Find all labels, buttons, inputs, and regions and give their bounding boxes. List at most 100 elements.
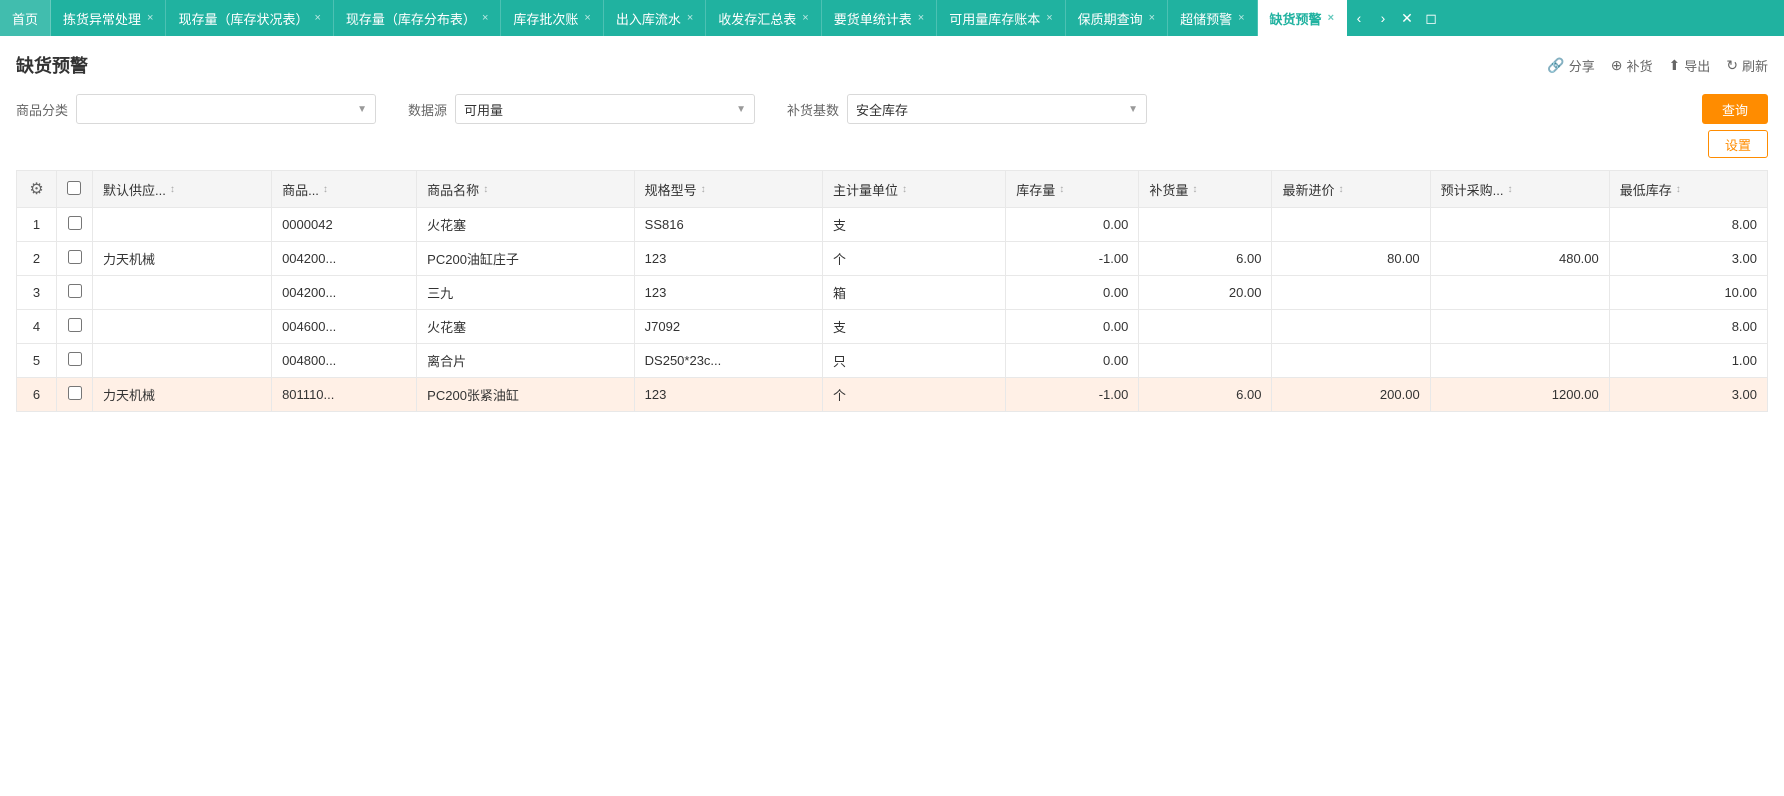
replenish-button[interactable]: ⊕ 补货 — [1611, 56, 1653, 75]
row-spec-6: 123 — [634, 378, 822, 412]
row-supplier-3 — [93, 276, 272, 310]
row-supplier-4 — [93, 310, 272, 344]
col-supplier: 默认供应... ↕ — [93, 171, 272, 208]
tab-overstock-warning[interactable]: 超储预警 × — [1168, 0, 1257, 36]
row-unit-6: 个 — [822, 378, 1005, 412]
col-est-purchase: 预计采购... ↕ — [1430, 171, 1609, 208]
tab-picking-exception[interactable]: 拣货异常处理 × — [51, 0, 166, 36]
tab-close-3[interactable]: × — [482, 12, 488, 24]
row-spec-2: 123 — [634, 242, 822, 276]
row-supplier-1 — [93, 208, 272, 242]
unit-sort-icon[interactable]: ↕ — [902, 184, 907, 195]
tab-nav-close[interactable]: ✕ — [1395, 0, 1419, 36]
row-min-stock-1: 8.00 — [1609, 208, 1767, 242]
tab-current-stock-dist[interactable]: 现存量（库存分布表） × — [334, 0, 501, 36]
replenish-base-dropdown-icon: ▼ — [1128, 104, 1138, 115]
tab-close-1[interactable]: × — [147, 12, 153, 24]
row-select-3[interactable] — [68, 284, 82, 298]
row-goods-code-5: 004800... — [272, 344, 417, 378]
category-filter-group: 商品分类 ▼ — [16, 94, 376, 124]
col-latest-price: 最新进价 ↕ — [1272, 171, 1430, 208]
row-select-6[interactable] — [68, 386, 82, 400]
settings-button[interactable]: 设置 — [1708, 130, 1768, 158]
query-button[interactable]: 查询 — [1702, 94, 1768, 124]
tab-close-7[interactable]: × — [918, 12, 924, 24]
goods-code-sort-icon[interactable]: ↕ — [323, 184, 328, 195]
table-row: 3 004200... 三九 123 箱 0.00 20.00 10.00 — [17, 276, 1768, 310]
tab-stock-batch[interactable]: 库存批次账 × — [501, 0, 603, 36]
latest-price-sort-icon[interactable]: ↕ — [1338, 184, 1343, 195]
row-no-4: 4 — [17, 310, 57, 344]
replenish-base-select[interactable]: 安全库存 ▼ — [847, 94, 1147, 124]
supplier-sort-icon[interactable]: ↕ — [170, 184, 175, 195]
row-goods-name-6: PC200张紧油缸 — [417, 378, 634, 412]
replenish-base-filter-group: 补货基数 安全库存 ▼ — [787, 94, 1147, 124]
tab-close-10[interactable]: × — [1238, 12, 1244, 24]
tab-close-9[interactable]: × — [1149, 12, 1155, 24]
tab-close-4[interactable]: × — [584, 12, 590, 24]
share-button[interactable]: 🔗 分享 — [1547, 56, 1594, 75]
goods-name-sort-icon[interactable]: ↕ — [483, 184, 488, 195]
tab-nav-next[interactable]: › — [1371, 0, 1395, 36]
row-checkbox-6[interactable] — [57, 378, 93, 412]
col-goods-code: 商品... ↕ — [272, 171, 417, 208]
page-header: 缺货预警 🔗 分享 ⊕ 补货 ⬆ 导出 ↻ 刷新 — [16, 52, 1768, 78]
tab-close-11[interactable]: × — [1328, 12, 1334, 24]
row-supplier-2: 力天机械 — [93, 242, 272, 276]
row-replenish-5 — [1139, 344, 1272, 378]
row-select-5[interactable] — [68, 352, 82, 366]
tab-requisition-stats[interactable]: 要货单统计表 × — [822, 0, 937, 36]
datasource-select[interactable]: 可用量 ▼ — [455, 94, 755, 124]
min-stock-sort-icon[interactable]: ↕ — [1676, 184, 1681, 195]
row-checkbox-1[interactable] — [57, 208, 93, 242]
tab-expiry-query[interactable]: 保质期查询 × — [1066, 0, 1168, 36]
table-header-row: ⚙ 默认供应... ↕ 商品... ↕ — [17, 171, 1768, 208]
tab-available-stock-ledger[interactable]: 可用量库存账本 × — [937, 0, 1065, 36]
tab-close-5[interactable]: × — [687, 12, 693, 24]
row-checkbox-2[interactable] — [57, 242, 93, 276]
export-icon: ⬆ — [1669, 57, 1681, 74]
row-est-purchase-4 — [1430, 310, 1609, 344]
tab-close-8[interactable]: × — [1046, 12, 1052, 24]
col-spec: 规格型号 ↕ — [634, 171, 822, 208]
export-button[interactable]: ⬆ 导出 — [1669, 56, 1711, 75]
share-icon: 🔗 — [1547, 57, 1564, 74]
datasource-dropdown-icon: ▼ — [736, 104, 746, 115]
tab-nav-prev[interactable]: ‹ — [1347, 0, 1371, 36]
row-replenish-3: 20.00 — [1139, 276, 1272, 310]
tab-inout-flow[interactable]: 出入库流水 × — [604, 0, 706, 36]
replenish-sort-icon[interactable]: ↕ — [1192, 184, 1197, 195]
row-goods-code-2: 004200... — [272, 242, 417, 276]
refresh-button[interactable]: ↻ 刷新 — [1726, 56, 1768, 75]
row-checkbox-5[interactable] — [57, 344, 93, 378]
tab-home[interactable]: 首页 — [0, 0, 51, 36]
row-spec-1: SS816 — [634, 208, 822, 242]
row-goods-name-4: 火花塞 — [417, 310, 634, 344]
tab-receive-send-summary[interactable]: 收发存汇总表 × — [706, 0, 821, 36]
est-purchase-sort-icon[interactable]: ↕ — [1508, 184, 1513, 195]
select-all-checkbox[interactable] — [67, 181, 81, 195]
tab-close-2[interactable]: × — [314, 12, 320, 24]
spec-sort-icon[interactable]: ↕ — [701, 184, 706, 195]
row-checkbox-3[interactable] — [57, 276, 93, 310]
row-unit-2: 个 — [822, 242, 1005, 276]
row-goods-code-3: 004200... — [272, 276, 417, 310]
row-no-3: 3 — [17, 276, 57, 310]
category-select[interactable]: ▼ — [76, 94, 376, 124]
tab-shortage-warning[interactable]: 缺货预警 × — [1258, 0, 1347, 36]
tab-close-6[interactable]: × — [802, 12, 808, 24]
stock-sort-icon[interactable]: ↕ — [1059, 184, 1064, 195]
row-select-1[interactable] — [68, 216, 82, 230]
row-latest-price-6: 200.00 — [1272, 378, 1430, 412]
row-est-purchase-5 — [1430, 344, 1609, 378]
col-gear: ⚙ — [17, 171, 57, 208]
row-spec-4: J7092 — [634, 310, 822, 344]
row-select-4[interactable] — [68, 318, 82, 332]
col-goods-name: 商品名称 ↕ — [417, 171, 634, 208]
row-supplier-6: 力天机械 — [93, 378, 272, 412]
tab-nav-restore[interactable]: ◻ — [1419, 0, 1443, 36]
row-checkbox-4[interactable] — [57, 310, 93, 344]
column-settings-icon[interactable]: ⚙ — [27, 179, 46, 199]
row-select-2[interactable] — [68, 250, 82, 264]
tab-current-stock-status[interactable]: 现存量（库存状况表） × — [166, 0, 333, 36]
